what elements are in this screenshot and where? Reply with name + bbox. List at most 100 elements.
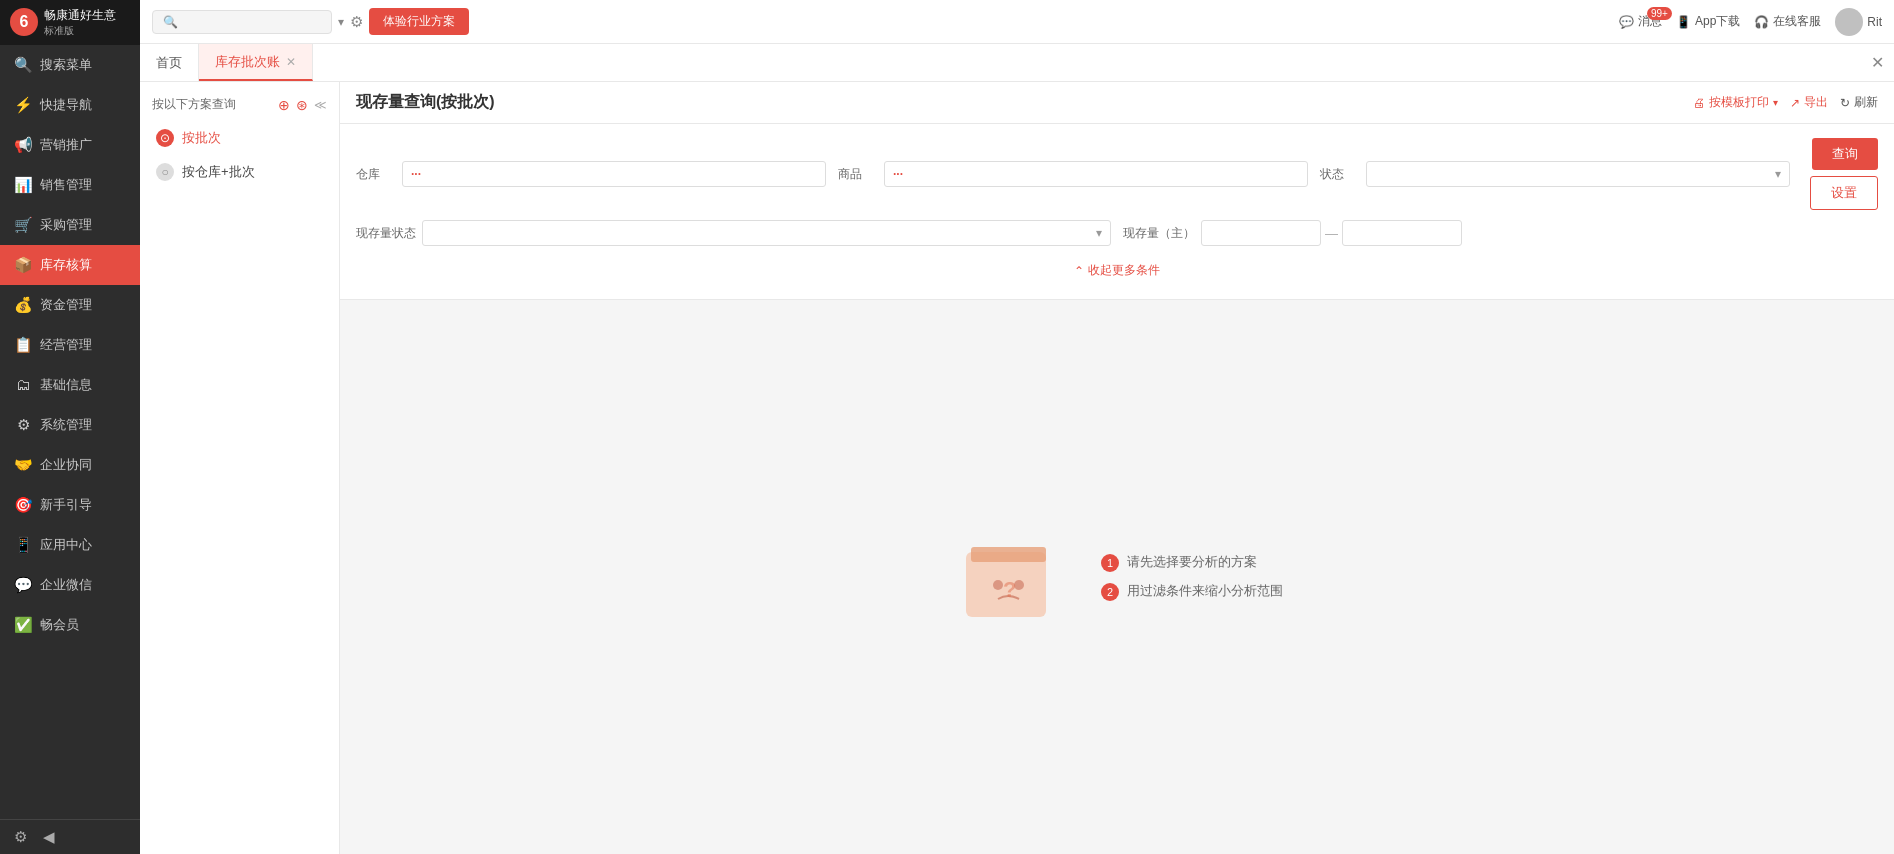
sidebar-item-wechat[interactable]: 💬 企业微信 <box>0 565 140 605</box>
sidebar-item-label: 采购管理 <box>40 216 92 234</box>
empty-illustration: ? <box>951 517 1071 637</box>
status-select[interactable]: ▾ <box>1366 161 1790 187</box>
folder-icon: 🗂 <box>14 376 32 393</box>
sidebar-item-newbie[interactable]: 🎯 新手引导 <box>0 485 140 525</box>
sidebar-item-label: 库存核算 <box>40 256 92 274</box>
tip-text-2: 用过滤条件来缩小分析范围 <box>1127 582 1283 600</box>
money-icon: 💰 <box>14 296 32 314</box>
inventory-qty-label: 现存量（主） <box>1123 225 1195 242</box>
filter-add-icon[interactable]: ⊕ <box>278 97 290 113</box>
qty-to-input[interactable] <box>1342 220 1462 246</box>
filter-settings-icon[interactable]: ⊛ <box>296 97 308 113</box>
user-avatar <box>1835 8 1863 36</box>
empty-tips: 1 请先选择要分析的方案 2 用过滤条件来缩小分析范围 <box>1101 553 1283 601</box>
phone-download-icon: 📱 <box>1676 15 1691 29</box>
sidebar-collapse-icon[interactable]: ◀ <box>43 828 55 846</box>
status-label: 状态 <box>1320 166 1360 183</box>
collapse-label: 收起更多条件 <box>1088 262 1160 279</box>
goods-label: 商品 <box>838 166 878 183</box>
sidebar: 6 畅康通好生意 标准版 🔍 搜索菜单 ⚡ 快捷导航 📢 营销推广 📊 销售管理… <box>0 0 140 854</box>
topbar-search-bar[interactable]: 🔍 <box>152 10 332 34</box>
sidebar-item-apps[interactable]: 📱 应用中心 <box>0 525 140 565</box>
query-form-row-1: 仓库 ··· 商品 ··· 状态 <box>356 138 1878 210</box>
sidebar-header: 6 畅康通好生意 标准版 <box>0 0 140 45</box>
tab-extra: ✕ <box>1871 53 1894 72</box>
svg-rect-1 <box>971 547 1046 562</box>
user-avatar-area[interactable]: Rit <box>1835 8 1882 36</box>
settings-button[interactable]: 设置 <box>1810 176 1878 210</box>
target-icon: 🎯 <box>14 496 32 514</box>
query-button[interactable]: 查询 <box>1812 138 1878 170</box>
inventory-qty-range: — <box>1201 220 1878 246</box>
sidebar-item-operation[interactable]: 📋 经营管理 <box>0 325 140 365</box>
experience-btn[interactable]: 体验行业方案 <box>369 8 469 35</box>
tip-text-1: 请先选择要分析的方案 <box>1127 553 1257 571</box>
print-btn[interactable]: 🖨 按模板打印 ▾ <box>1693 94 1778 111</box>
sidebar-item-system[interactable]: ⚙ 系统管理 <box>0 405 140 445</box>
refresh-btn[interactable]: ↻ 刷新 <box>1840 94 1878 111</box>
sidebar-item-purchase[interactable]: 🛒 采购管理 <box>0 205 140 245</box>
sidebar-item-sales[interactable]: 📊 销售管理 <box>0 165 140 205</box>
filter-item-by-warehouse-batch[interactable]: ○ 按仓库+批次 <box>140 155 339 189</box>
page-title: 现存量查询(按批次) <box>356 92 495 113</box>
sidebar-item-label: 资金管理 <box>40 296 92 314</box>
tab-close-icon[interactable]: ✕ <box>286 55 296 69</box>
topbar-settings-icon[interactable]: ⚙ <box>350 13 363 31</box>
sidebar-settings-icon[interactable]: ⚙ <box>14 828 27 846</box>
query-header: 现存量查询(按批次) 🖨 按模板打印 ▾ ↗ 导出 ↻ 刷新 <box>340 82 1894 124</box>
sidebar-item-label: 企业协同 <box>40 456 92 474</box>
sidebar-item-inventory[interactable]: 📦 库存核算 <box>0 245 140 285</box>
box-icon: 📦 <box>14 256 32 274</box>
app-download-btn[interactable]: 📱 App下载 <box>1676 13 1740 30</box>
sidebar-item-vip[interactable]: ✅ 畅会员 <box>0 605 140 645</box>
sidebar-item-finance[interactable]: 💰 资金管理 <box>0 285 140 325</box>
filter-item-icon-wbatch: ○ <box>156 163 174 181</box>
sidebar-item-quick-nav[interactable]: ⚡ 快捷导航 <box>0 85 140 125</box>
tab-close-all-btn[interactable]: ✕ <box>1871 53 1884 72</box>
warehouse-label: 仓库 <box>356 166 396 183</box>
inventory-status-select[interactable]: ▾ <box>422 220 1111 246</box>
filter-item-by-batch[interactable]: ⊙ 按批次 <box>140 121 339 155</box>
export-btn[interactable]: ↗ 导出 <box>1790 94 1828 111</box>
status-dropdown-icon: ▾ <box>1775 167 1781 181</box>
tab-inventory-batch[interactable]: 库存批次账 ✕ <box>199 44 313 81</box>
warehouse-field: 仓库 ··· <box>356 161 826 187</box>
message-icon: 💬 <box>1619 15 1634 29</box>
tip-num-1: 1 <box>1101 554 1119 572</box>
online-service-btn[interactable]: 🎧 在线客服 <box>1754 13 1821 30</box>
collapse-row[interactable]: ⌃ 收起更多条件 <box>356 256 1878 285</box>
gear-icon: ⚙ <box>14 416 32 434</box>
topbar-right: 💬 消息 99+ 📱 App下载 🎧 在线客服 Rit <box>1619 8 1882 36</box>
refresh-icon: ↻ <box>1840 96 1850 110</box>
flash-icon: ⚡ <box>14 96 32 114</box>
filter-item-icon-batch: ⊙ <box>156 129 174 147</box>
chevron-up-icon: ⌃ <box>1074 264 1084 278</box>
goods-input[interactable]: ··· <box>884 161 1308 187</box>
topbar-dropdown-icon[interactable]: ▾ <box>338 15 344 29</box>
export-icon: ↗ <box>1790 96 1800 110</box>
filter-panel: 按以下方案查询 ⊕ ⊛ ≪ ⊙ 按批次 ○ 按仓库+批次 <box>140 82 340 854</box>
empty-tip-1: 1 请先选择要分析的方案 <box>1101 553 1283 572</box>
sidebar-item-basic[interactable]: 🗂 基础信息 <box>0 365 140 405</box>
tip-num-2: 2 <box>1101 583 1119 601</box>
inventory-status-dropdown: ▾ <box>1096 226 1102 240</box>
warehouse-input[interactable]: ··· <box>402 161 826 187</box>
empty-svg: ? <box>951 517 1071 637</box>
cart-icon: 🛒 <box>14 216 32 234</box>
search-bar-icon: 🔍 <box>163 15 178 29</box>
messages-badge: 99+ <box>1647 7 1672 20</box>
filter-collapse-icon[interactable]: ≪ <box>314 98 327 112</box>
sidebar-scroll: 🔍 搜索菜单 ⚡ 快捷导航 📢 营销推广 📊 销售管理 🛒 采购管理 📦 库存核… <box>0 45 140 819</box>
tab-home[interactable]: 首页 <box>140 44 199 81</box>
sidebar-item-marketing[interactable]: 📢 营销推广 <box>0 125 140 165</box>
query-form-actions: 查询 设置 <box>1802 138 1878 210</box>
svg-text:?: ? <box>1003 577 1016 602</box>
messages-btn[interactable]: 💬 消息 99+ <box>1619 13 1662 30</box>
tab-inventory-batch-label: 库存批次账 <box>215 53 280 71</box>
goods-field: 商品 ··· <box>838 161 1308 187</box>
sidebar-item-search[interactable]: 🔍 搜索菜单 <box>0 45 140 85</box>
user-name: Rit <box>1867 15 1882 29</box>
sidebar-item-enterprise[interactable]: 🤝 企业协同 <box>0 445 140 485</box>
qty-from-input[interactable] <box>1201 220 1321 246</box>
filter-panel-header: 按以下方案查询 ⊕ ⊛ ≪ <box>140 92 339 121</box>
